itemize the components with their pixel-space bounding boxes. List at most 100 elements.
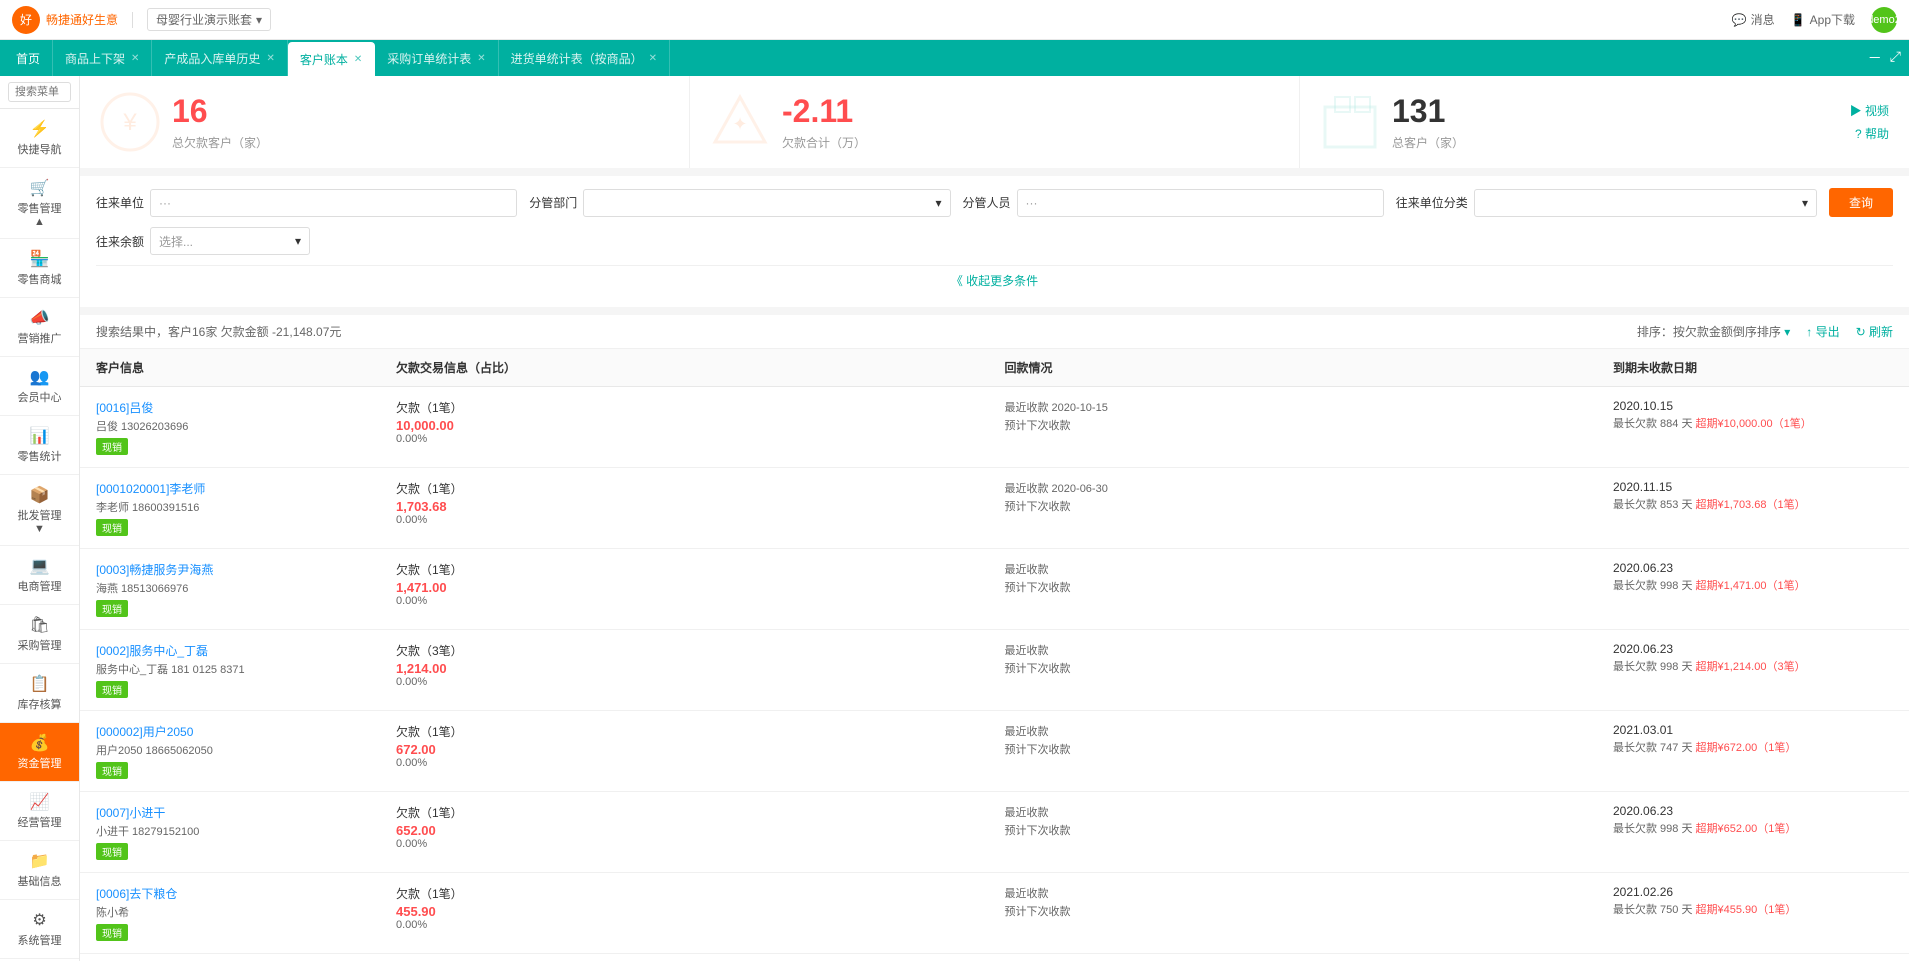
sidebar-item-wholesale[interactable]: 📦 批发管理 ▼	[0, 475, 79, 546]
search-menu-input[interactable]	[8, 82, 71, 102]
sidebar-item-purchase[interactable]: 🛍 采购管理	[0, 605, 79, 664]
next-payment: 预计下次收款	[1005, 741, 1614, 757]
table-row: [0002]服务中心_丁磊 服务中心_丁磊 181 0125 8371 现销 欠…	[80, 630, 1909, 711]
source-unit-input[interactable]: ···	[150, 189, 517, 217]
person-input[interactable]: ···	[1017, 189, 1384, 217]
customer-contact: 陈小希	[96, 904, 396, 920]
results-summary: 搜索结果中，客户16家 欠款金额 -21,148.07元	[96, 323, 341, 340]
tab-inbound[interactable]: 进货单统计表（按商品） ✕	[499, 40, 670, 76]
debt-amount[interactable]: 1,471.00	[396, 580, 1005, 595]
debt-amount[interactable]: 1,214.00	[396, 661, 1005, 676]
customer-name[interactable]: [000002]用户2050	[96, 723, 396, 740]
due-col: 2020.06.23 最长欠款 998 天 超期¥1,214.00（3笔）	[1613, 642, 1893, 674]
minimize-icon[interactable]: －	[1868, 48, 1882, 68]
debt-amount[interactable]: 1,703.68	[396, 499, 1005, 514]
debt-count: 欠款（1笔）	[396, 480, 1005, 497]
sidebar-item-operations[interactable]: 📈 经营管理	[0, 782, 79, 841]
sidebar-item-system[interactable]: ⚙ 系统管理	[0, 900, 79, 959]
overdue-link[interactable]: 超期¥455.90（1笔）	[1696, 904, 1797, 916]
overdue-info: 最长欠款 998 天 超期¥652.00（1笔）	[1613, 820, 1893, 836]
customer-name[interactable]: [0002]服务中心_丁磊	[96, 642, 396, 659]
refresh-button[interactable]: ↻ 刷新	[1856, 323, 1893, 340]
customer-info-col: [0001020001]李老师 李老师 18600391516 现销	[96, 480, 396, 536]
debt-amount[interactable]: 455.90	[396, 904, 1005, 919]
sidebar-item-finance[interactable]: 💰 资金管理	[0, 723, 79, 782]
debt-amount[interactable]: 672.00	[396, 742, 1005, 757]
last-payment: 最近收款	[1005, 723, 1614, 739]
quick-nav-icon: ⚡	[30, 119, 50, 139]
balance-select[interactable]: 选择... ▾	[150, 227, 310, 255]
total-customers-label: 总客户（家）	[1392, 134, 1464, 151]
overdue-info: 最长欠款 747 天 超期¥672.00（1笔）	[1613, 739, 1893, 755]
debt-ratio: 0.00%	[396, 595, 1005, 607]
overdue-link[interactable]: 超期¥1,703.68（1笔）	[1696, 499, 1806, 511]
customer-contact: 海燕 18513066976	[96, 580, 396, 596]
due-date: 2021.02.26	[1613, 885, 1893, 899]
overdue-link[interactable]: 超期¥652.00（1笔）	[1696, 823, 1797, 835]
overdue-link[interactable]: 超期¥672.00（1笔）	[1696, 742, 1797, 754]
query-button[interactable]: 查询	[1829, 188, 1893, 217]
close-icon[interactable]: ✕	[477, 53, 485, 64]
messages-button[interactable]: 💬 消息	[1732, 11, 1775, 28]
sidebar-item-marketing[interactable]: 📣 营销推广	[0, 298, 79, 357]
close-icon[interactable]: ✕	[649, 53, 657, 64]
maximize-icon[interactable]: ⤢	[1890, 48, 1901, 68]
sidebar-item-retail-stats[interactable]: 📊 零售统计	[0, 416, 79, 475]
debt-amount[interactable]: 10,000.00	[396, 418, 1005, 433]
tab-customer-account[interactable]: 客户账本 ✕	[288, 42, 375, 76]
customer-name[interactable]: [0006]去下粮仓	[96, 885, 396, 902]
sidebar-item-label: 营销推广	[18, 330, 62, 346]
refresh-icon: ↻	[1856, 325, 1866, 339]
close-icon[interactable]: ✕	[354, 54, 362, 65]
app-download-button[interactable]: 📱 App下载	[1791, 11, 1855, 28]
filter-unit-category: 往来单位分类 ▾	[1396, 189, 1817, 217]
total-customers-icon	[1320, 92, 1380, 152]
sidebar-item-label: 基础信息	[18, 873, 62, 889]
collection-col: 最近收款 2020-06-30 预计下次收款	[1005, 480, 1614, 514]
tab-production[interactable]: 产成品入库单历史 ✕	[152, 40, 287, 76]
chevron-down-icon: ▾	[1802, 196, 1808, 210]
sidebar-item-ecommerce[interactable]: 💻 电商管理	[0, 546, 79, 605]
category-select[interactable]: ▾	[1474, 189, 1817, 217]
tab-purchase[interactable]: 采购订单统计表 ✕	[375, 40, 498, 76]
overdue-link[interactable]: 超期¥1,471.00（1笔）	[1696, 580, 1806, 592]
customer-name[interactable]: [0003]畅捷服务尹海燕	[96, 561, 396, 578]
customer-name[interactable]: [0001020001]李老师	[96, 480, 396, 497]
overdue-link[interactable]: 超期¥10,000.00（1笔）	[1696, 418, 1812, 430]
app-download-label: App下载	[1810, 11, 1855, 28]
stat-card-debt-customers: ¥ 16 总欠款客户（家）	[80, 76, 690, 168]
sidebar-item-membership[interactable]: 👥 会员中心	[0, 357, 79, 416]
view-video-btn[interactable]: ▶ 视频	[1850, 102, 1889, 119]
tab-home[interactable]: 首页	[4, 40, 53, 76]
due-date: 2021.03.01	[1613, 723, 1893, 737]
collapse-bar[interactable]: 《 收起更多条件	[96, 265, 1893, 295]
customer-name[interactable]: [0007]小进干	[96, 804, 396, 821]
chevron-down-icon: ▾	[935, 196, 941, 210]
customer-name[interactable]: [0016]吕俊	[96, 399, 396, 416]
logo-text: 畅捷通好生意	[46, 11, 118, 28]
export-button[interactable]: ↑ 导出	[1806, 323, 1839, 340]
sidebar-item-quick-nav[interactable]: ⚡ 快捷导航	[0, 109, 79, 168]
close-icon[interactable]: ✕	[266, 53, 274, 64]
logo-area: 好 畅捷通好生意 母婴行业演示账套 ▾	[12, 6, 271, 34]
nav-tabs: 首页 商品上下架 ✕ 产成品入库单历史 ✕ 客户账本 ✕ 采购订单统计表 ✕ 进…	[0, 40, 1909, 76]
stat-info-debt: 16 总欠款客户（家）	[172, 93, 268, 151]
sidebar-item-basic-info[interactable]: 📁 基础信息	[0, 841, 79, 900]
chevron-down-icon: ▾	[295, 234, 301, 248]
close-icon[interactable]: ✕	[131, 53, 139, 64]
debt-amount[interactable]: 652.00	[396, 823, 1005, 838]
company-select[interactable]: 母婴行业演示账套 ▾	[147, 8, 271, 31]
dept-select[interactable]: ▾	[583, 189, 950, 217]
overdue-link[interactable]: 超期¥1,214.00（3笔）	[1696, 661, 1806, 673]
user-menu[interactable]: demo2	[1871, 7, 1897, 33]
sidebar-item-retail-mgmt[interactable]: 🛒 零售管理 ▲	[0, 168, 79, 239]
debt-ratio: 0.00%	[396, 757, 1005, 769]
logo-icon: 好	[12, 6, 40, 34]
help-btn[interactable]: ? 帮助	[1855, 125, 1889, 142]
phone-icon: 📱	[1791, 13, 1806, 27]
filter-dots: ···	[1026, 196, 1038, 210]
tab-goods[interactable]: 商品上下架 ✕	[53, 40, 152, 76]
collection-col: 最近收款 预计下次收款	[1005, 561, 1614, 595]
sidebar-item-inventory[interactable]: 📋 库存核算	[0, 664, 79, 723]
sidebar-item-retail-mall[interactable]: 🏪 零售商城	[0, 239, 79, 298]
